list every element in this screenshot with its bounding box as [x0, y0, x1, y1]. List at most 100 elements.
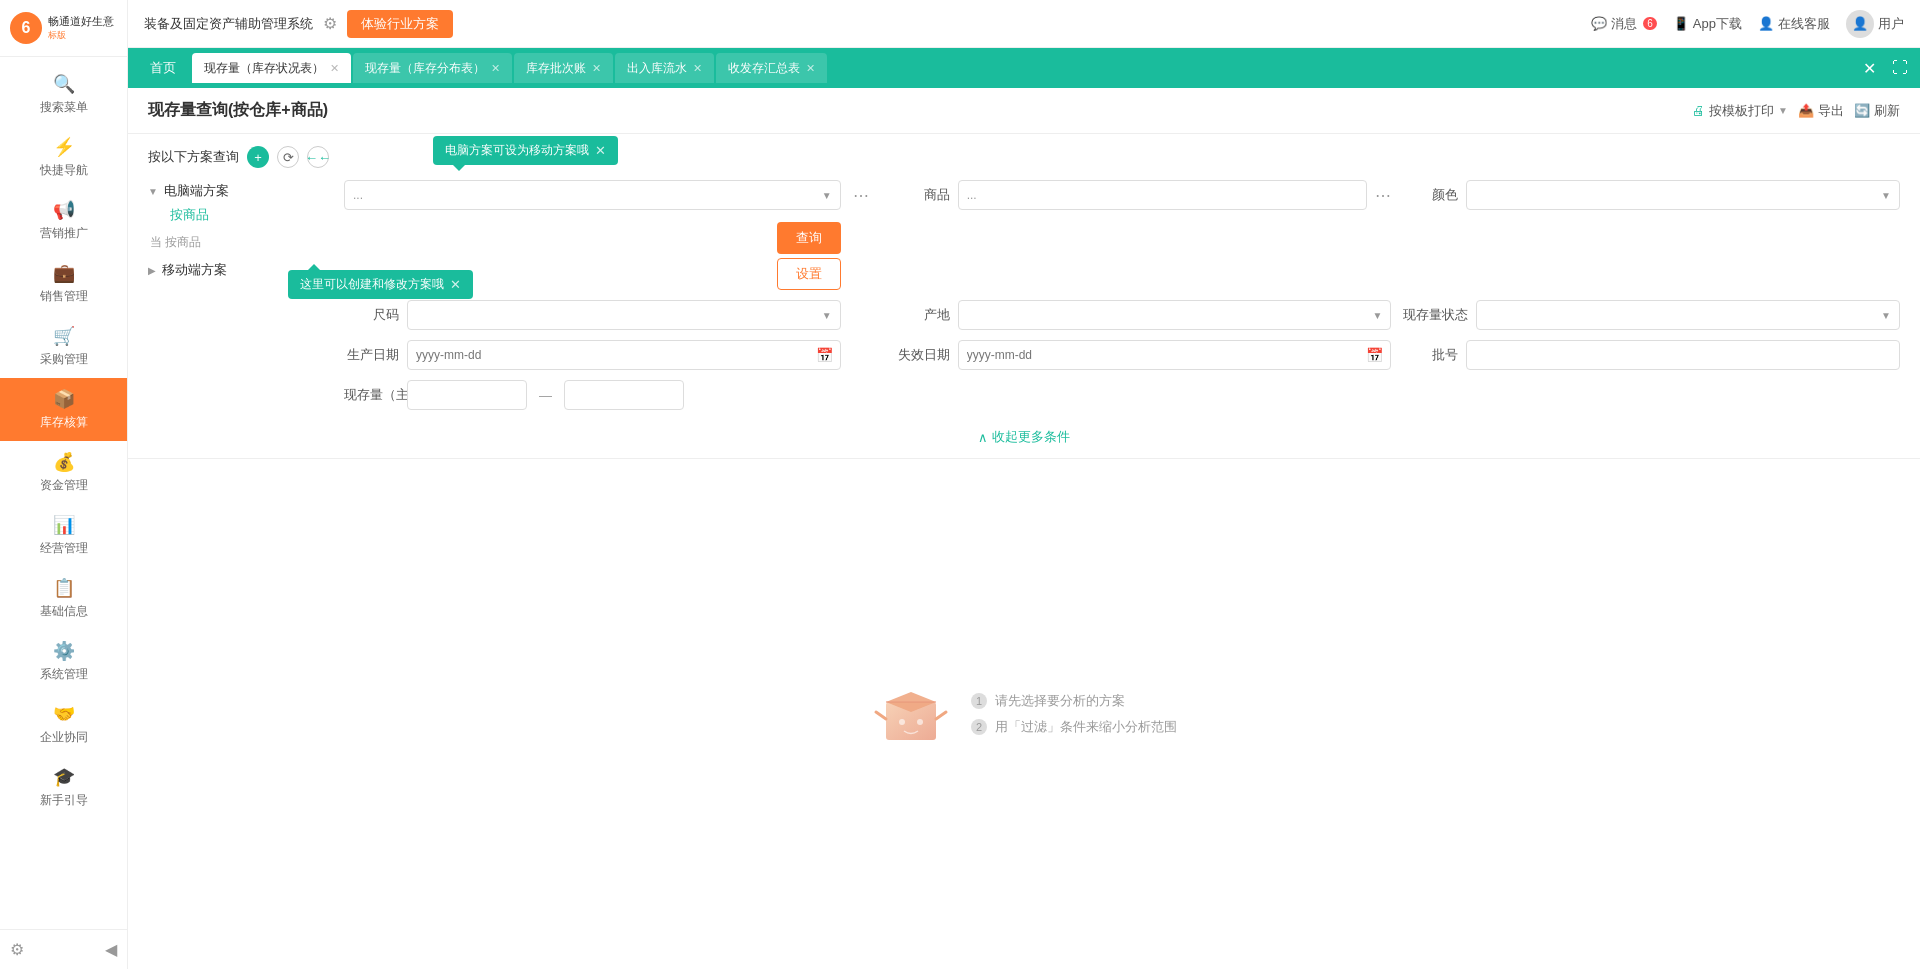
tabbar: 首页 现存量（库存状况表） ✕ 现存量（库存分布表） ✕ 库存批次账 ✕ 出入库… — [128, 48, 1920, 88]
origin-select[interactable]: ▼ — [958, 300, 1392, 330]
production-date-input[interactable] — [407, 340, 841, 370]
operations-icon: 📊 — [53, 514, 75, 536]
expiry-date-calendar-icon[interactable]: 📅 — [1366, 347, 1383, 363]
sidebar-item-quicknav[interactable]: ⚡ 快捷导航 — [0, 126, 127, 189]
tabbar-expand[interactable]: ⛶ — [1888, 57, 1912, 79]
svg-line-6 — [936, 712, 946, 719]
message-action[interactable]: 💬 消息 6 — [1591, 15, 1657, 33]
tooltip-create-scheme: 这里可以创建和修改方案哦 ✕ — [288, 270, 473, 299]
filter-row-1: ... ▼ ⋯ 商品 ... ⋯ — [344, 180, 1900, 290]
stock-main-input-from[interactable] — [407, 380, 527, 410]
size-label: 尺码 — [344, 306, 399, 324]
filter-label: 按以下方案查询 — [148, 148, 239, 166]
warehouse-more-icon[interactable]: ⋯ — [853, 186, 883, 205]
sidebar-item-basic[interactable]: 📋 基础信息 — [0, 567, 127, 630]
sales-icon: 💼 — [53, 262, 75, 284]
warehouse-select[interactable]: ... ▼ — [344, 180, 841, 210]
tab-home[interactable]: 首页 — [136, 48, 190, 88]
online-service-label: 在线客服 — [1778, 15, 1830, 33]
sidebar-item-marketing[interactable]: 📢 营销推广 — [0, 189, 127, 252]
expiry-date-label: 失效日期 — [895, 346, 950, 364]
collapse-button[interactable]: ∧ 收起更多条件 — [978, 428, 1070, 446]
refresh-button[interactable]: 🔄 刷新 — [1854, 102, 1900, 120]
search-button[interactable]: 查询 — [777, 222, 841, 254]
expand-arrow-icon: ▼ — [148, 186, 158, 197]
warehouse-field: ... ▼ — [344, 180, 841, 210]
tab-inventory-dist[interactable]: 现存量（库存分布表） ✕ — [353, 53, 512, 83]
tab-summary[interactable]: 收发存汇总表 ✕ — [716, 53, 827, 83]
sidebar-item-guide[interactable]: 🎓 新手引导 — [0, 756, 127, 819]
batch-input[interactable] — [1466, 340, 1900, 370]
collapse-up-icon: ∧ — [978, 430, 988, 445]
user-action[interactable]: 👤 用户 — [1846, 10, 1904, 38]
expiry-date-input[interactable] — [958, 340, 1392, 370]
tab-close-icon[interactable]: ✕ — [491, 62, 500, 75]
sidebar-item-label: 快捷导航 — [40, 162, 88, 179]
desktop-scheme-header[interactable]: ▼ 电脑端方案 — [148, 180, 328, 202]
tab-close-icon[interactable]: ✕ — [693, 62, 702, 75]
filter-row-2: 尺码 ▼ 产地 ▼ — [344, 300, 1900, 330]
color-select[interactable]: ▼ — [1466, 180, 1900, 210]
settings-icon[interactable]: ⚙ — [10, 940, 24, 959]
scheme-item-goods[interactable]: 按商品 — [148, 202, 328, 228]
tip-num-1: 1 — [971, 693, 987, 709]
desktop-scheme-label: 电脑端方案 — [164, 182, 229, 200]
stock-status-select[interactable]: ▼ — [1476, 300, 1900, 330]
tab-close-icon[interactable]: ✕ — [592, 62, 601, 75]
brand-name: 畅通道好生意 — [48, 14, 114, 28]
sidebar-item-system[interactable]: ⚙️ 系统管理 — [0, 630, 127, 693]
tooltip1-close[interactable]: ✕ — [595, 143, 606, 158]
topbar-settings-icon[interactable]: ⚙ — [323, 14, 337, 33]
sidebar-item-sales[interactable]: 💼 销售管理 — [0, 252, 127, 315]
tab-inventory-status[interactable]: 现存量（库存状况表） ✕ — [192, 53, 351, 83]
app-download-action[interactable]: 📱 App下载 — [1673, 15, 1742, 33]
sidebar-item-label: 库存核算 — [40, 414, 88, 431]
online-service-action[interactable]: 👤 在线客服 — [1758, 15, 1830, 33]
marketing-icon: 📢 — [53, 199, 75, 221]
search-nav-icon: 🔍 — [53, 73, 75, 95]
tooltip2-close[interactable]: ✕ — [450, 277, 461, 292]
sidebar-item-inventory[interactable]: 📦 库存核算 — [0, 378, 127, 441]
data-area: 1 请先选择要分析的方案 2 用「过滤」条件来缩小分析范围 — [128, 459, 1920, 969]
brand-badge: 标版 — [48, 29, 114, 42]
export-icon: 📤 — [1798, 103, 1814, 118]
print-template-button[interactable]: 🖨 按模板打印 ▼ — [1692, 102, 1788, 120]
tab-batch-account[interactable]: 库存批次账 ✕ — [514, 53, 613, 83]
production-date-calendar-icon[interactable]: 📅 — [816, 347, 833, 363]
reset-button[interactable]: 设置 — [777, 258, 841, 290]
goods-more-icon[interactable]: ⋯ — [1375, 186, 1391, 205]
refresh-scheme-button[interactable]: ⟳ — [277, 146, 299, 168]
tab-inout-flow[interactable]: 出入库流水 ✕ — [615, 53, 714, 83]
tabbar-actions: ✕ ⛶ — [1859, 57, 1912, 80]
tab-label: 库存批次账 — [526, 60, 586, 77]
expiry-date-field: 失效日期 📅 — [895, 340, 1392, 370]
sidebar-item-search[interactable]: 🔍 搜索菜单 — [0, 63, 127, 126]
system-icon: ⚙️ — [53, 640, 75, 662]
tip-text-2: 用「过滤」条件来缩小分析范围 — [995, 718, 1177, 736]
tab-close-icon[interactable]: ✕ — [806, 62, 815, 75]
add-scheme-button[interactable]: + — [247, 146, 269, 168]
warehouse-dots: ... — [353, 188, 363, 202]
empty-icon — [871, 674, 951, 754]
sidebar-item-collab[interactable]: 🤝 企业协同 — [0, 693, 127, 756]
tab-close-icon[interactable]: ✕ — [330, 62, 339, 75]
export-label: 导出 — [1818, 102, 1844, 120]
filter-fields: ... ▼ ⋯ 商品 ... ⋯ — [344, 180, 1900, 420]
goods-field: 商品 ... ⋯ — [895, 180, 1392, 210]
size-select[interactable]: ▼ — [407, 300, 841, 330]
back-scheme-button[interactable]: ←← — [307, 146, 329, 168]
sidebar-item-purchase[interactable]: 🛒 采购管理 — [0, 315, 127, 378]
tabbar-close-all[interactable]: ✕ — [1859, 57, 1880, 80]
app-download-label: App下载 — [1693, 15, 1742, 33]
sidebar-item-finance[interactable]: 💰 资金管理 — [0, 441, 127, 504]
stock-status-arrow-icon: ▼ — [1881, 310, 1891, 321]
stock-main-input-to[interactable] — [564, 380, 684, 410]
inventory-icon: 📦 — [53, 388, 75, 410]
goods-select[interactable]: ... — [958, 180, 1368, 210]
collapse-icon[interactable]: ◀ — [105, 940, 117, 959]
batch-field: 批号 — [1403, 340, 1900, 370]
sidebar-item-operations[interactable]: 📊 经营管理 — [0, 504, 127, 567]
stock-main-label: 现存量（主） — [344, 386, 399, 404]
trial-button[interactable]: 体验行业方案 — [347, 10, 453, 38]
export-button[interactable]: 📤 导出 — [1798, 102, 1844, 120]
